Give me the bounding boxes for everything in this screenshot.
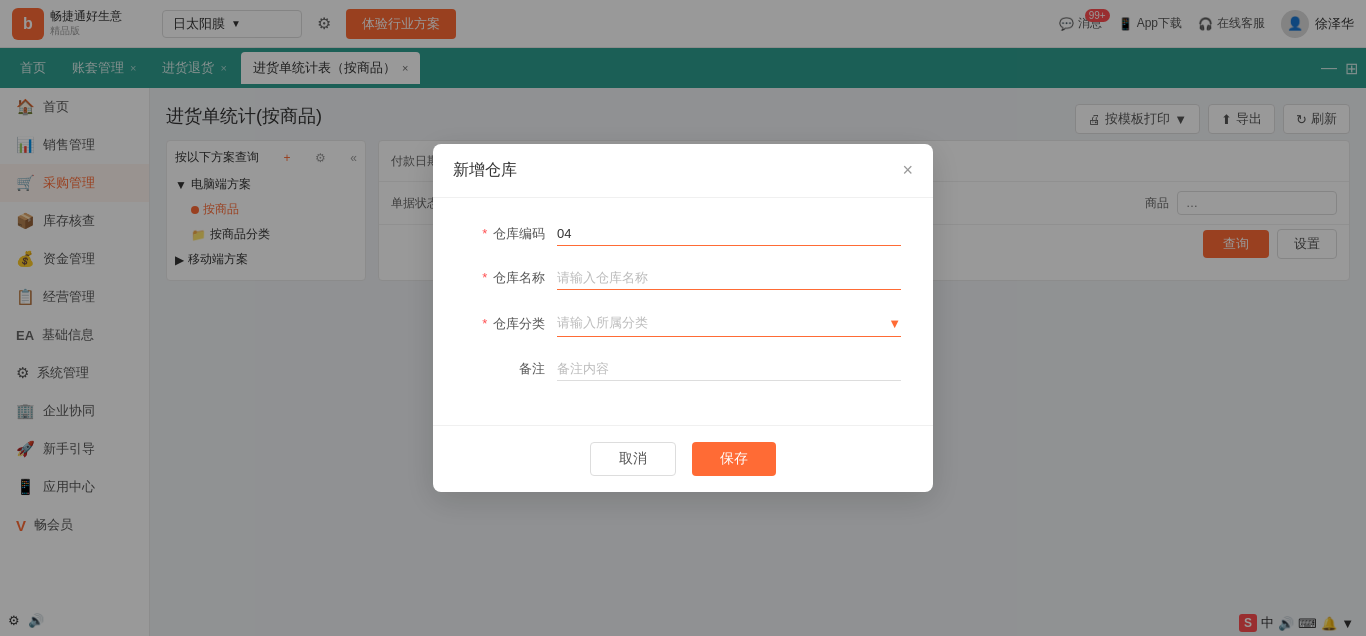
add-warehouse-dialog: 新增仓库 × * 仓库编码 * 仓库名称	[433, 144, 933, 492]
warehouse-name-input[interactable]	[557, 266, 901, 290]
category-arrow-icon: ▼	[888, 316, 901, 331]
warehouse-code-input[interactable]	[557, 222, 901, 246]
form-row-name: * 仓库名称	[465, 266, 901, 290]
modal-overlay[interactable]: 新增仓库 × * 仓库编码 * 仓库名称	[0, 0, 1366, 636]
dialog-body: * 仓库编码 * 仓库名称 * 仓库分类 请输入	[433, 198, 933, 425]
required-mark-cat: *	[482, 316, 487, 331]
category-label: * 仓库分类	[465, 315, 545, 333]
save-button[interactable]: 保存	[692, 442, 776, 476]
dialog-close-button[interactable]: ×	[902, 160, 913, 181]
cancel-button[interactable]: 取消	[590, 442, 676, 476]
dialog-header: 新增仓库 ×	[433, 144, 933, 198]
warehouse-category-select[interactable]: 请输入所属分类 ▼	[557, 310, 901, 337]
required-mark: *	[482, 226, 487, 241]
form-row-remark: 备注	[465, 357, 901, 381]
dialog-title: 新增仓库	[453, 160, 517, 181]
form-row-category: * 仓库分类 请输入所属分类 ▼	[465, 310, 901, 337]
category-placeholder: 请输入所属分类	[557, 314, 648, 332]
required-mark-name: *	[482, 270, 487, 285]
remark-label: 备注	[465, 360, 545, 378]
code-label: * 仓库编码	[465, 225, 545, 243]
form-row-code: * 仓库编码	[465, 222, 901, 246]
dialog-footer: 取消 保存	[433, 425, 933, 492]
name-label: * 仓库名称	[465, 269, 545, 287]
remark-input[interactable]	[557, 357, 901, 381]
